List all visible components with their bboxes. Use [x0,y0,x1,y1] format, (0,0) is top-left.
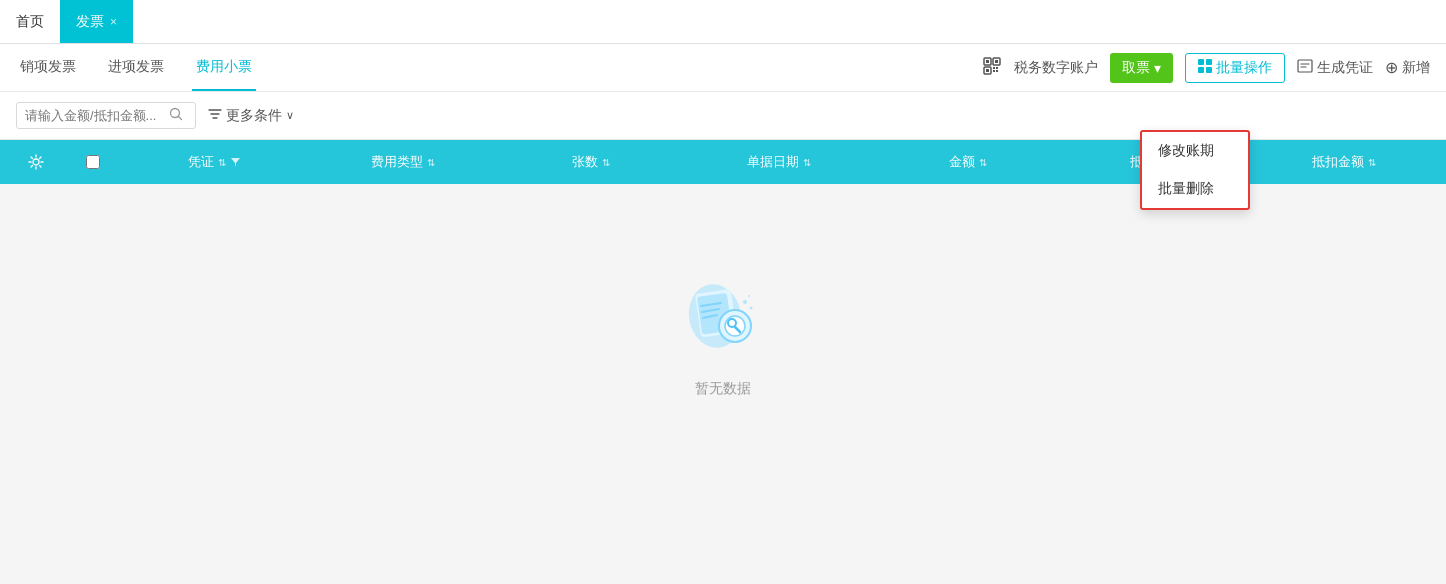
th-gear[interactable] [8,154,64,170]
sub-nav: 销项发票 进项发票 费用小票 [0,44,1446,92]
th-date: 单据日期 ⇅ [685,153,873,171]
generate-voucher-icon [1297,58,1313,77]
svg-rect-10 [1198,59,1204,65]
sort-amount-icon[interactable]: ⇅ [979,157,987,168]
generate-voucher-label: 生成凭证 [1317,59,1373,77]
search-icon[interactable] [169,107,183,124]
filter-arrow-icon: ∨ [286,109,294,122]
svg-rect-7 [996,67,998,69]
active-tab-label: 发票 [76,13,104,31]
th-amount: 金额 ⇅ [874,153,1062,171]
add-button[interactable]: ⊕ 新增 [1385,58,1430,77]
batch-ops-icon [1198,59,1212,76]
svg-point-30 [748,295,750,297]
sub-nav-right: 税务数字账户 取票 ▾ 批量操作 [982,53,1430,83]
svg-rect-11 [1206,59,1212,65]
qr-icon [982,56,1002,79]
th-voucher: 凭证 ⇅ [121,153,309,171]
svg-rect-6 [993,67,995,69]
sort-count-icon[interactable]: ⇅ [602,157,610,168]
batch-ops-dropdown: 修改账期 批量删除 [1140,130,1250,210]
get-ticket-button[interactable]: 取票 ▾ [1110,53,1173,83]
add-label: 新增 [1402,59,1430,77]
get-ticket-label: 取票 [1122,59,1150,77]
search-wrapper [16,102,196,129]
filter-voucher-icon[interactable] [230,155,241,170]
th-deduct-amount: 抵扣金额 ⇅ [1250,153,1438,171]
modify-period-item[interactable]: 修改账期 [1142,132,1248,170]
active-tab[interactable]: 发票 × [60,0,133,43]
batch-ops-label: 批量操作 [1216,59,1272,77]
svg-point-17 [33,159,39,165]
batch-ops-button[interactable]: 批量操作 [1185,53,1285,83]
home-link[interactable]: 首页 [0,0,60,43]
more-filters-button[interactable]: 更多条件 ∨ [208,107,294,125]
tab-expense[interactable]: 费用小票 [192,44,256,91]
svg-rect-4 [995,60,998,63]
select-all-checkbox[interactable] [86,155,100,169]
tab-purchase[interactable]: 进项发票 [104,44,168,91]
empty-text: 暂无数据 [695,380,751,398]
tab-close-icon[interactable]: × [110,15,117,29]
svg-rect-14 [1298,60,1312,72]
get-ticket-arrow-icon: ▾ [1154,60,1161,76]
tax-account-button[interactable]: 税务数字账户 [1014,59,1098,77]
filter-icon [208,107,222,124]
sort-voucher-icon[interactable]: ⇅ [218,157,226,168]
sub-nav-left: 销项发票 进项发票 费用小票 [16,44,256,91]
svg-point-29 [750,307,753,310]
more-filters-label: 更多条件 [226,107,282,125]
svg-point-28 [743,300,747,304]
generate-voucher-button[interactable]: 生成凭证 [1297,58,1373,77]
tab-sales[interactable]: 销项发票 [16,44,80,91]
svg-rect-8 [993,70,995,72]
batch-delete-item[interactable]: 批量删除 [1142,170,1248,208]
th-checkbox[interactable] [64,155,120,169]
add-icon: ⊕ [1385,58,1398,77]
sort-date-icon[interactable]: ⇅ [803,157,811,168]
top-nav: 首页 发票 × [0,0,1446,44]
th-expense-type: 费用类型 ⇅ [309,153,497,171]
svg-line-16 [178,116,181,119]
th-count: 张数 ⇅ [497,153,685,171]
search-input[interactable] [25,108,165,123]
svg-rect-3 [986,60,989,63]
qr-button[interactable] [982,56,1002,79]
svg-rect-5 [986,69,989,72]
svg-rect-9 [996,70,998,72]
empty-icon [673,264,773,364]
empty-state: 暂无数据 [0,184,1446,438]
sort-expense-type-icon[interactable]: ⇅ [427,157,435,168]
svg-rect-12 [1198,67,1204,73]
sort-deduct-amount-icon[interactable]: ⇅ [1368,157,1376,168]
svg-rect-13 [1206,67,1212,73]
